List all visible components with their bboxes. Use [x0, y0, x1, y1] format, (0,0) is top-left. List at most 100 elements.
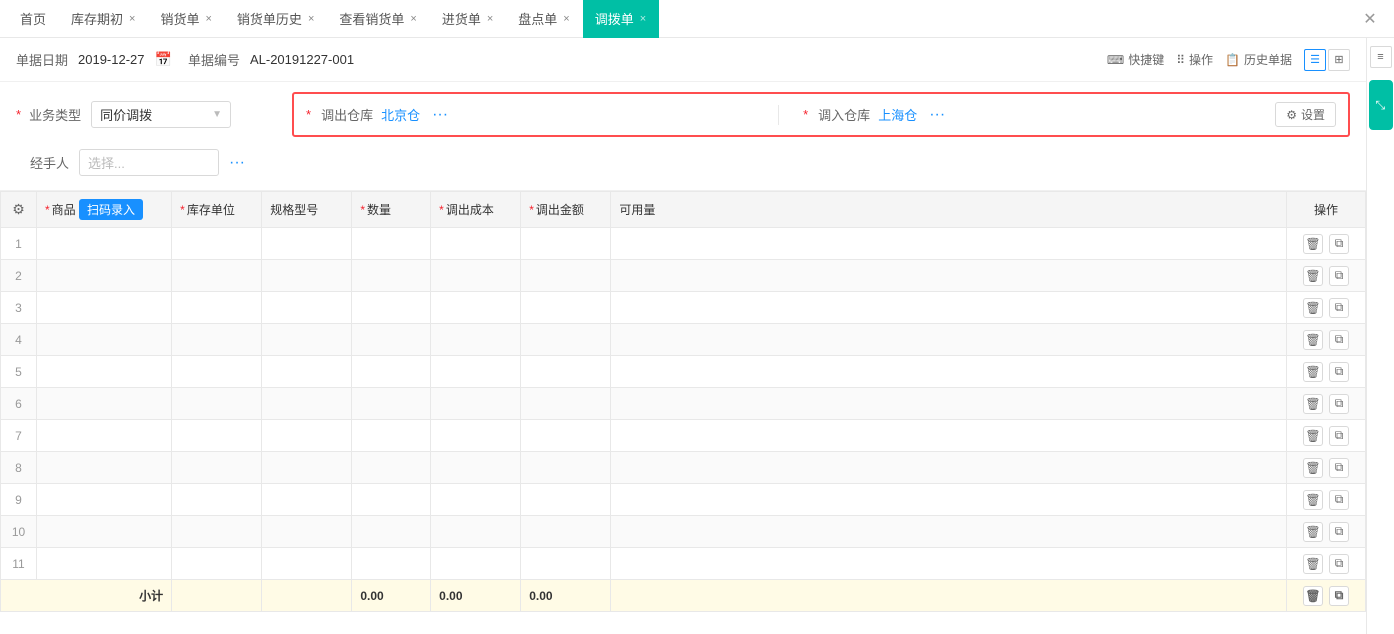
amount-cell-2[interactable] [521, 260, 611, 292]
out-warehouse-more-button[interactable]: ··· [432, 106, 448, 124]
spec-cell-2[interactable] [262, 260, 352, 292]
spec-cell-8[interactable] [262, 452, 352, 484]
spec-cell-1[interactable] [262, 228, 352, 260]
scan-button[interactable]: 扫码录入 [79, 199, 143, 220]
quantity-cell-3[interactable] [352, 292, 431, 324]
unit-cell-2[interactable] [172, 260, 262, 292]
quantity-cell-10[interactable] [352, 516, 431, 548]
quantity-cell-4[interactable] [352, 324, 431, 356]
delete-row-button-1[interactable]: 🗑 [1303, 234, 1323, 254]
tab-purchase-order[interactable]: 进货单× [430, 0, 506, 38]
product-cell-4[interactable] [37, 324, 172, 356]
product-cell-1[interactable] [37, 228, 172, 260]
copy-row-button-3[interactable]: ⧉ [1329, 298, 1349, 318]
delete-row-button-7[interactable]: 🗑 [1303, 426, 1323, 446]
unit-cell-4[interactable] [172, 324, 262, 356]
amount-cell-8[interactable] [521, 452, 611, 484]
tab-close-inventory-init[interactable]: × [129, 13, 135, 25]
available-cell-6[interactable] [611, 388, 1287, 420]
cost-cell-9[interactable] [431, 484, 521, 516]
tab-view-sales[interactable]: 查看销货单× [327, 0, 429, 38]
delete-row-button-8[interactable]: 🗑 [1303, 458, 1323, 478]
warehouse-setting-button[interactable]: ⚙ 设置 [1275, 102, 1336, 127]
spec-cell-5[interactable] [262, 356, 352, 388]
operation-button[interactable]: ⠿ 操作 [1176, 51, 1213, 68]
copy-row-button-2[interactable]: ⧉ [1329, 266, 1349, 286]
tab-close-inventory-check[interactable]: × [563, 13, 569, 25]
amount-cell-7[interactable] [521, 420, 611, 452]
unit-cell-3[interactable] [172, 292, 262, 324]
tab-home[interactable]: 首页 [8, 0, 59, 38]
cost-cell-7[interactable] [431, 420, 521, 452]
spec-cell-4[interactable] [262, 324, 352, 356]
product-cell-6[interactable] [37, 388, 172, 420]
unit-cell-1[interactable] [172, 228, 262, 260]
unit-cell-7[interactable] [172, 420, 262, 452]
available-cell-8[interactable] [611, 452, 1287, 484]
product-cell-9[interactable] [37, 484, 172, 516]
quantity-cell-2[interactable] [352, 260, 431, 292]
layout-grid-icon[interactable]: ⊞ [1328, 49, 1350, 71]
cost-cell-3[interactable] [431, 292, 521, 324]
available-cell-7[interactable] [611, 420, 1287, 452]
delete-row-button-11[interactable]: 🗑 [1303, 554, 1323, 574]
cost-cell-8[interactable] [431, 452, 521, 484]
spec-cell-7[interactable] [262, 420, 352, 452]
cost-cell-1[interactable] [431, 228, 521, 260]
delete-row-button-2[interactable]: 🗑 [1303, 266, 1323, 286]
available-cell-4[interactable] [611, 324, 1287, 356]
shortcut-button[interactable]: ⌨ 快捷键 [1107, 51, 1164, 68]
spec-cell-9[interactable] [262, 484, 352, 516]
available-cell-2[interactable] [611, 260, 1287, 292]
available-cell-1[interactable] [611, 228, 1287, 260]
cost-cell-6[interactable] [431, 388, 521, 420]
amount-cell-10[interactable] [521, 516, 611, 548]
copy-row-button-9[interactable]: ⧉ [1329, 490, 1349, 510]
subtotal-copy-button[interactable]: ⧉ [1329, 586, 1349, 606]
amount-cell-3[interactable] [521, 292, 611, 324]
table-wrapper[interactable]: ⚙ *商品 扫码录入 *库存单位 规格型号 *数量 *调出成本 *调出金额 可用… [0, 191, 1366, 634]
spec-cell-3[interactable] [262, 292, 352, 324]
delete-row-button-5[interactable]: 🗑 [1303, 362, 1323, 382]
amount-cell-6[interactable] [521, 388, 611, 420]
product-cell-10[interactable] [37, 516, 172, 548]
tab-close-view-sales[interactable]: × [410, 13, 416, 25]
copy-row-button-7[interactable]: ⧉ [1329, 426, 1349, 446]
cost-cell-11[interactable] [431, 548, 521, 580]
delete-row-button-10[interactable]: 🗑 [1303, 522, 1323, 542]
in-warehouse-more-button[interactable]: ··· [929, 106, 945, 124]
tab-close-sales-order[interactable]: × [205, 13, 211, 25]
unit-cell-11[interactable] [172, 548, 262, 580]
copy-row-button-6[interactable]: ⧉ [1329, 394, 1349, 414]
handler-input[interactable]: 选择... [79, 149, 219, 176]
copy-row-button-5[interactable]: ⧉ [1329, 362, 1349, 382]
expand-sidebar-button[interactable]: ⤢ [1369, 80, 1393, 130]
amount-cell-11[interactable] [521, 548, 611, 580]
delete-row-button-6[interactable]: 🗑 [1303, 394, 1323, 414]
available-cell-10[interactable] [611, 516, 1287, 548]
unit-cell-6[interactable] [172, 388, 262, 420]
available-cell-9[interactable] [611, 484, 1287, 516]
tab-sales-history[interactable]: 销货单历史× [225, 0, 327, 38]
unit-cell-10[interactable] [172, 516, 262, 548]
copy-row-button-4[interactable]: ⧉ [1329, 330, 1349, 350]
handler-more-button[interactable]: ··· [229, 154, 245, 172]
subtotal-delete-button[interactable]: 🗑 [1303, 586, 1323, 606]
table-settings-icon[interactable]: ⚙ [12, 201, 25, 217]
cost-cell-10[interactable] [431, 516, 521, 548]
amount-cell-9[interactable] [521, 484, 611, 516]
available-cell-5[interactable] [611, 356, 1287, 388]
tab-transfer-order[interactable]: 调拨单× [583, 0, 659, 38]
layout-list-icon[interactable]: ☰ [1304, 49, 1326, 71]
quantity-cell-6[interactable] [352, 388, 431, 420]
quantity-cell-9[interactable] [352, 484, 431, 516]
cost-cell-4[interactable] [431, 324, 521, 356]
product-cell-3[interactable] [37, 292, 172, 324]
settings-col-header[interactable]: ⚙ [1, 192, 37, 228]
product-cell-2[interactable] [37, 260, 172, 292]
tab-sales-order[interactable]: 销货单× [148, 0, 224, 38]
tab-inventory-init[interactable]: 库存期初× [59, 0, 148, 38]
delete-row-button-3[interactable]: 🗑 [1303, 298, 1323, 318]
calendar-icon[interactable]: 📅 [155, 51, 172, 68]
unit-cell-5[interactable] [172, 356, 262, 388]
